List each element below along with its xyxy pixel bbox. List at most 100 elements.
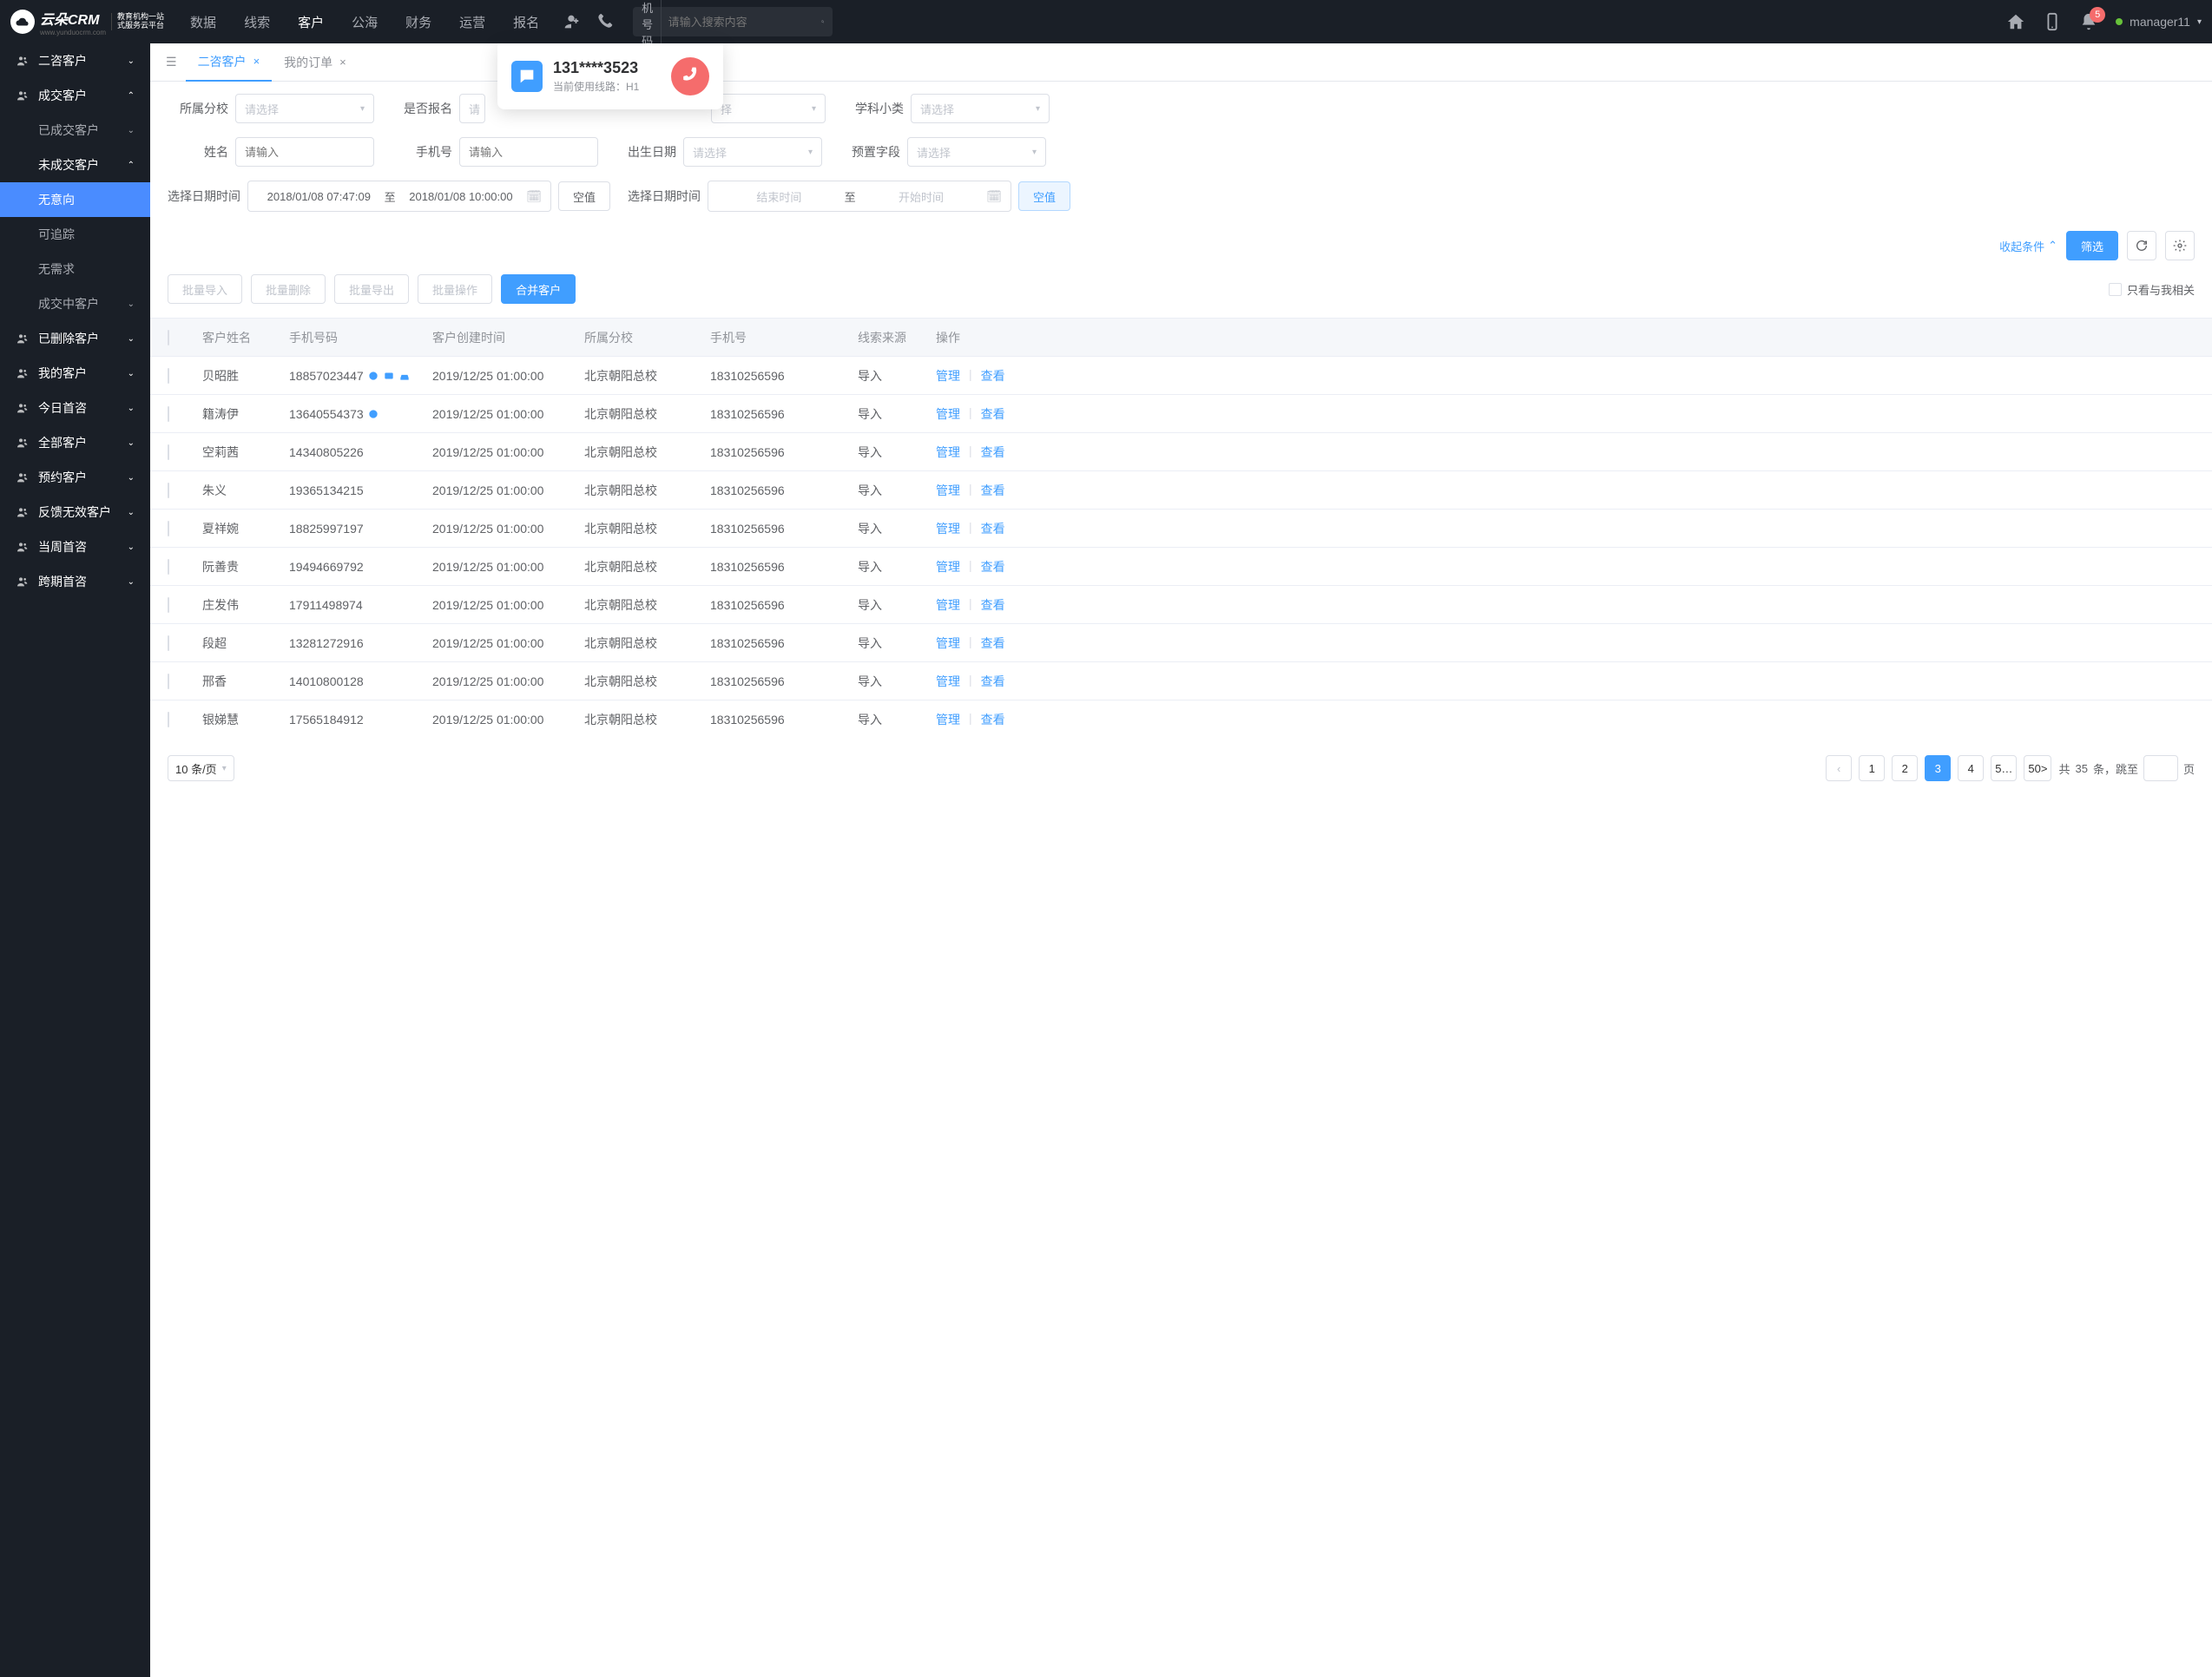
collapse-sidebar-icon[interactable]: ☰ [157,55,186,69]
notifications[interactable]: 5 [2079,12,2098,31]
page-number-button[interactable]: 5… [1991,755,2017,781]
manage-link[interactable]: 管理 [936,711,960,728]
filter-subject-select[interactable]: 请选择▾ [911,94,1050,123]
manage-link[interactable]: 管理 [936,482,960,499]
bulk-export-button[interactable]: 批量导出 [334,274,409,304]
filter-name-input[interactable] [235,137,374,167]
filter-school-select[interactable]: 请选择▾ [235,94,374,123]
row-checkbox[interactable] [168,635,169,651]
page-number-button[interactable]: 50> [2024,755,2051,781]
search-input[interactable] [668,16,821,29]
row-checkbox[interactable] [168,406,169,422]
view-link[interactable]: 查看 [981,367,1005,385]
close-icon[interactable]: × [253,55,260,68]
nav-item[interactable]: 客户 [284,0,338,43]
row-checkbox[interactable] [168,674,169,689]
row-checkbox[interactable] [168,712,169,727]
page-number-button[interactable]: 3 [1925,755,1951,781]
sidebar-item[interactable]: 预约客户⌄ [0,460,150,495]
sidebar-item[interactable]: 无需求 [0,252,150,286]
page-size-select[interactable]: 10 条/页▾ [168,755,234,781]
sidebar-item[interactable]: 已删除客户⌄ [0,321,150,356]
sidebar-item[interactable]: 已成交客户⌄ [0,113,150,148]
user-menu[interactable]: manager11 ▾ [2116,15,2202,29]
jump-page-input[interactable] [2143,755,2178,781]
add-user-icon[interactable] [562,12,581,31]
view-link[interactable]: 查看 [981,444,1005,461]
bulk-operate-button[interactable]: 批量操作 [418,274,492,304]
only-mine-checkbox[interactable] [2109,283,2122,296]
nav-item[interactable]: 数据 [176,0,230,43]
filter-date2-null-button[interactable]: 空值 [1018,181,1070,211]
sidebar-item[interactable]: 无意向 [0,182,150,217]
prev-page-button[interactable]: ‹ [1826,755,1852,781]
page-number-button[interactable]: 4 [1958,755,1984,781]
manage-link[interactable]: 管理 [936,635,960,652]
hangup-button[interactable] [671,57,709,95]
home-icon[interactable] [2006,12,2025,31]
select-all-checkbox[interactable] [168,330,169,345]
sidebar-item[interactable]: 当周首咨⌄ [0,529,150,564]
sidebar-item[interactable]: 可追踪 [0,217,150,252]
collapse-filters-link[interactable]: 收起条件 ⌃ [1999,238,2057,254]
row-checkbox[interactable] [168,521,169,536]
search-icon[interactable] [821,15,825,29]
view-link[interactable]: 查看 [981,635,1005,652]
manage-link[interactable]: 管理 [936,405,960,423]
row-checkbox[interactable] [168,559,169,575]
nav-item[interactable]: 公海 [338,0,392,43]
filter-enrolled-select-2[interactable]: 择▾ [711,94,826,123]
sidebar-item[interactable]: 我的客户⌄ [0,356,150,391]
view-link[interactable]: 查看 [981,482,1005,499]
page-tab[interactable]: 二咨客户× [186,43,273,82]
page-number-button[interactable]: 2 [1892,755,1918,781]
filter-button[interactable]: 筛选 [2066,231,2118,260]
filter-enrolled-select[interactable]: 请 [459,94,485,123]
sidebar-item[interactable]: 未成交客户⌃ [0,148,150,182]
filter-date1-null-button[interactable]: 空值 [558,181,610,211]
nav-item[interactable]: 线索 [230,0,284,43]
merge-customer-button[interactable]: 合并客户 [501,274,576,304]
close-icon[interactable]: × [339,56,346,69]
manage-link[interactable]: 管理 [936,520,960,537]
view-link[interactable]: 查看 [981,558,1005,575]
row-checkbox[interactable] [168,444,169,460]
nav-item[interactable]: 运营 [445,0,499,43]
sidebar-item[interactable]: 今日首咨⌄ [0,391,150,425]
manage-link[interactable]: 管理 [936,673,960,690]
view-link[interactable]: 查看 [981,673,1005,690]
row-checkbox[interactable] [168,483,169,498]
sidebar-item[interactable]: 成交客户⌃ [0,78,150,113]
filter-date2-range[interactable]: 结束时间至开始时间🗓 [708,181,1011,212]
sidebar-item[interactable]: 反馈无效客户⌄ [0,495,150,529]
phone-icon[interactable] [596,12,616,31]
manage-link[interactable]: 管理 [936,558,960,575]
nav-item[interactable]: 财务 [392,0,445,43]
filter-preset-select[interactable]: 请选择▾ [907,137,1046,167]
view-link[interactable]: 查看 [981,520,1005,537]
global-search[interactable]: 手机号码 ▾ [633,7,833,36]
mobile-icon[interactable] [2043,12,2062,31]
sidebar-item[interactable]: 二咨客户⌄ [0,43,150,78]
filter-birth-select[interactable]: 请选择▾ [683,137,822,167]
page-number-button[interactable]: 1 [1859,755,1885,781]
view-link[interactable]: 查看 [981,405,1005,423]
manage-link[interactable]: 管理 [936,444,960,461]
sidebar-item[interactable]: 跨期首咨⌄ [0,564,150,599]
bulk-delete-button[interactable]: 批量删除 [251,274,326,304]
nav-item[interactable]: 报名 [499,0,553,43]
settings-button[interactable] [2165,231,2195,260]
filter-date1-range[interactable]: 2018/01/08 07:47:09至2018/01/08 10:00:00🗓 [247,181,551,212]
refresh-button[interactable] [2127,231,2156,260]
row-checkbox[interactable] [168,597,169,613]
sidebar-item[interactable]: 全部客户⌄ [0,425,150,460]
row-checkbox[interactable] [168,368,169,384]
view-link[interactable]: 查看 [981,596,1005,614]
filter-phone-input[interactable] [459,137,598,167]
sidebar-item[interactable]: 成交中客户⌄ [0,286,150,321]
manage-link[interactable]: 管理 [936,596,960,614]
view-link[interactable]: 查看 [981,711,1005,728]
page-tab[interactable]: 我的订单× [272,43,359,82]
bulk-import-button[interactable]: 批量导入 [168,274,242,304]
manage-link[interactable]: 管理 [936,367,960,385]
